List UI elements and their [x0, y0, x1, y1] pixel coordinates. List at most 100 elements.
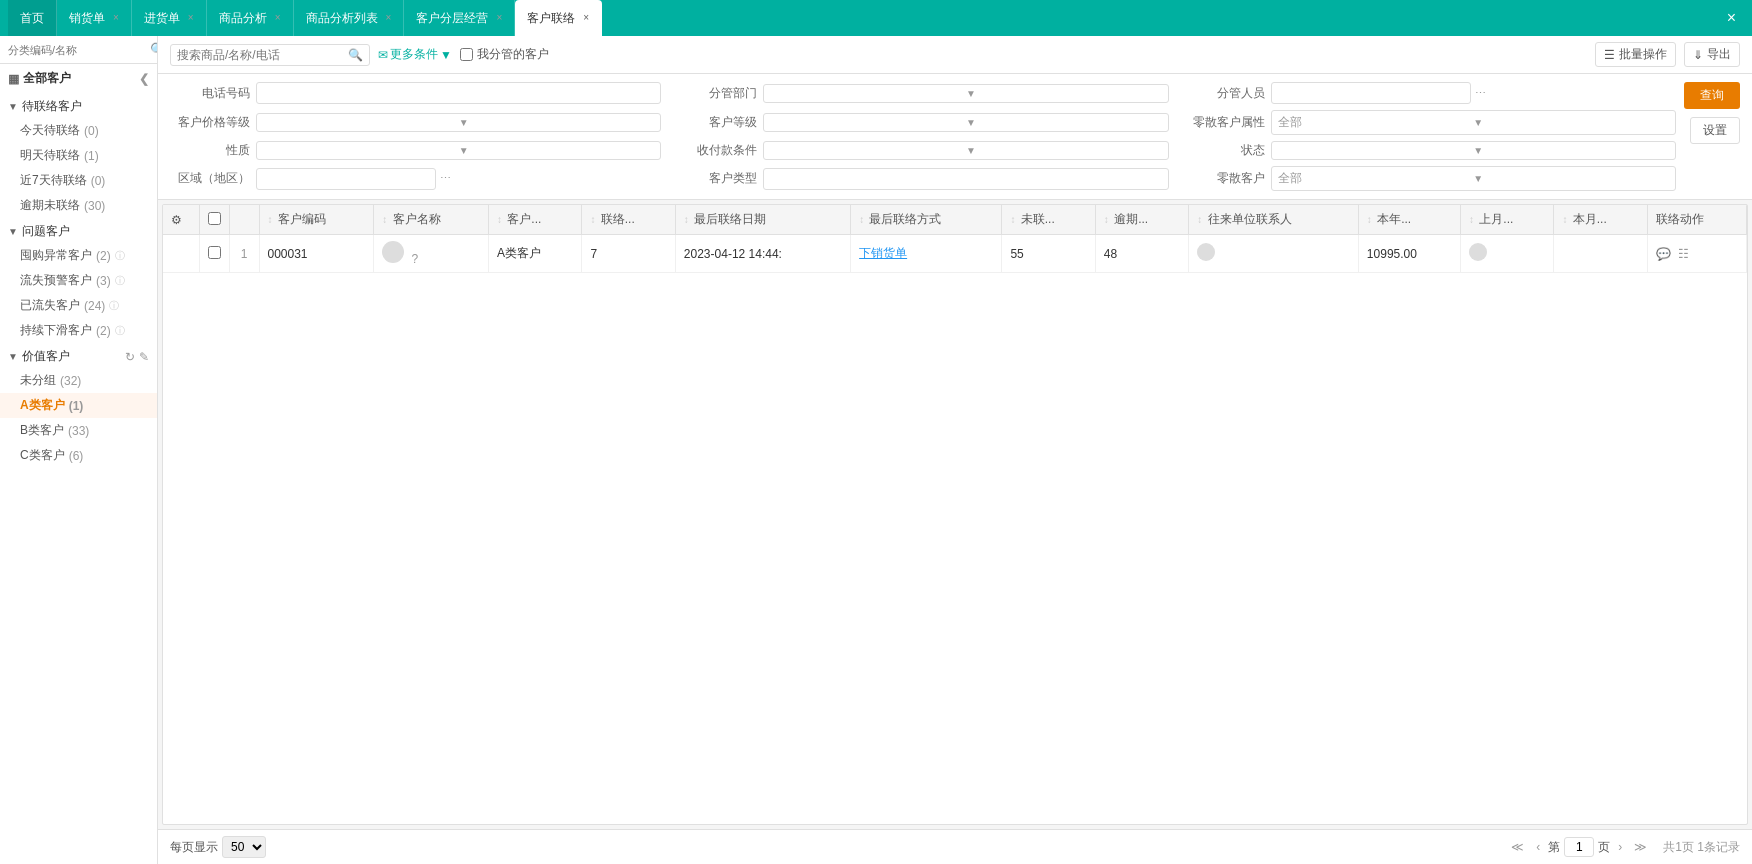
sidebar-item-abnormal[interactable]: 囤购异常客户 (2) ⓘ: [0, 243, 157, 268]
gear-icon[interactable]: ⚙: [171, 213, 182, 227]
advanced-filter: 电话号码 分管部门 ▼ 分管人员: [158, 74, 1752, 200]
filter-cell-retail2: 零散客户 全部 ▼: [1185, 166, 1676, 191]
sort-last-date-icon[interactable]: ↕: [684, 214, 689, 225]
filter-cell-type: 客户类型: [677, 168, 1168, 190]
status-select[interactable]: ▼: [1271, 141, 1676, 160]
sidebar-item-churned[interactable]: 已流失客户 (24) ⓘ: [0, 293, 157, 318]
filter-search-input[interactable]: [177, 48, 344, 62]
filter-search-box: 🔍: [170, 44, 370, 66]
filter-cell-retail-attr: 零散客户属性 全部 ▼: [1185, 110, 1676, 135]
type-input[interactable]: [763, 168, 1168, 190]
person-more-icon[interactable]: ⋯: [1471, 87, 1490, 100]
last-page-btn[interactable]: ≫: [1630, 838, 1651, 856]
close-sales-icon[interactable]: ×: [113, 0, 119, 36]
close-customer-contact-icon[interactable]: ×: [583, 0, 589, 36]
phone-input[interactable]: [256, 82, 661, 104]
first-page-btn[interactable]: ≪: [1507, 838, 1528, 856]
nav-item-goods-analysis-list[interactable]: 商品分析列表 ×: [294, 0, 405, 36]
nav-item-goods-analysis[interactable]: 商品分析 ×: [207, 0, 294, 36]
my-customers-checkbox[interactable]: 我分管的客户: [460, 46, 549, 63]
filter-cell-pay: 收付款条件 ▼: [677, 141, 1168, 160]
customer-table: ⚙ ↕ 客户编码 ↕ 客户名称: [163, 205, 1747, 273]
next-page-btn[interactable]: ›: [1614, 838, 1626, 856]
sidebar-item-ungroup[interactable]: 未分组 (32): [0, 368, 157, 393]
sort-no-contact-icon[interactable]: ↕: [1010, 214, 1015, 225]
prev-page-btn[interactable]: ‹: [1532, 838, 1544, 856]
nav-item-customer-tier[interactable]: 客户分层经营 ×: [404, 0, 515, 36]
price-select[interactable]: ▼: [256, 113, 661, 132]
filter-cell-price: 客户价格等级 ▼: [170, 113, 661, 132]
select-all-checkbox[interactable]: [208, 212, 221, 225]
batch-op-btn[interactable]: ☰ 批量操作: [1595, 42, 1676, 67]
sidebar-item-7days[interactable]: 近7天待联络 (0): [0, 168, 157, 193]
row-checkbox[interactable]: [208, 246, 221, 259]
page-input[interactable]: [1564, 837, 1594, 857]
sidebar-item-declining[interactable]: 持续下滑客户 (2) ⓘ: [0, 318, 157, 343]
sidebar-item-a-class[interactable]: A类客户 (1): [0, 393, 157, 418]
retail-attr-select[interactable]: 全部 ▼: [1271, 110, 1676, 135]
nav-item-customer-contact[interactable]: 客户联络 ×: [515, 0, 602, 36]
close-purchase-icon[interactable]: ×: [188, 0, 194, 36]
close-goods-analysis-list-icon[interactable]: ×: [386, 0, 392, 36]
arrow-down-icon2: ▼: [8, 226, 18, 237]
info-icon-churn: ⓘ: [115, 274, 125, 288]
action-msg-icon[interactable]: 💬: [1656, 247, 1671, 261]
sidebar-item-c-class[interactable]: C类客户 (6): [0, 443, 157, 468]
retail2-select[interactable]: 全部 ▼: [1271, 166, 1676, 191]
query-button[interactable]: 查询: [1684, 82, 1740, 109]
td-num: 1: [229, 235, 259, 273]
collapse-sidebar-icon[interactable]: ❮: [139, 72, 149, 86]
export-btn[interactable]: ⇓ 导出: [1684, 42, 1740, 67]
pay-arrow-icon: ▼: [966, 145, 1162, 156]
filter-cell-phone: 电话号码: [170, 82, 661, 104]
sidebar-search-input[interactable]: [8, 44, 146, 56]
sidebar-item-b-class[interactable]: B类客户 (33): [0, 418, 157, 443]
sidebar-search-icon[interactable]: 🔍: [150, 42, 158, 57]
contact-person-avatar: [1197, 243, 1215, 261]
sidebar-item-churn-warning[interactable]: 流失预警客户 (3) ⓘ: [0, 268, 157, 293]
action-qr-icon[interactable]: ☷: [1678, 247, 1689, 261]
region-input[interactable]: [256, 168, 436, 190]
per-page-select[interactable]: 50: [222, 836, 266, 858]
pay-select[interactable]: ▼: [763, 141, 1168, 160]
all-customers-header[interactable]: ▦ 全部客户 ❮: [0, 64, 157, 93]
sidebar-item-today[interactable]: 今天待联络 (0): [0, 118, 157, 143]
person-input[interactable]: [1271, 82, 1471, 104]
sort-last-month-icon[interactable]: ↕: [1469, 214, 1474, 225]
sort-contact-icon[interactable]: ↕: [590, 214, 595, 225]
my-customers-check[interactable]: [460, 48, 473, 61]
sort-this-year-icon[interactable]: ↕: [1367, 214, 1372, 225]
dept-select[interactable]: ▼: [763, 84, 1168, 103]
sidebar-item-overdue[interactable]: 逾期未联络 (30): [0, 193, 157, 218]
group-pending-contact[interactable]: ▼ 待联络客户: [0, 93, 157, 118]
td-name: ?: [374, 235, 489, 273]
edit-icon[interactable]: ✎: [139, 350, 149, 364]
th-gear: ⚙: [163, 205, 199, 235]
group-problem-customers[interactable]: ▼ 问题客户: [0, 218, 157, 243]
close-customer-tier-icon[interactable]: ×: [496, 0, 502, 36]
th-level: ↕ 客户...: [488, 205, 581, 235]
close-all-icon[interactable]: ×: [1719, 9, 1744, 27]
sort-last-method-icon[interactable]: ↕: [859, 214, 864, 225]
filter-more-btn[interactable]: ✉ 更多条件 ▼: [378, 46, 452, 63]
nav-item-purchase[interactable]: 进货单 ×: [132, 0, 207, 36]
filter-search-icon[interactable]: 🔍: [348, 48, 363, 62]
td-code: 000031: [259, 235, 374, 273]
group-value-customers[interactable]: ▼ 价值客户 ↻ ✎: [0, 343, 157, 368]
refresh-icon[interactable]: ↻: [125, 350, 135, 364]
sidebar-item-tomorrow[interactable]: 明天待联络 (1): [0, 143, 157, 168]
region-more-icon[interactable]: ⋯: [436, 172, 455, 185]
nav-item-home[interactable]: 首页: [8, 0, 57, 36]
settings-button[interactable]: 设置: [1690, 117, 1740, 144]
sort-this-month-icon[interactable]: ↕: [1562, 214, 1567, 225]
level-select[interactable]: ▼: [763, 113, 1168, 132]
filter-cell-dept: 分管部门 ▼: [677, 84, 1168, 103]
nature-select[interactable]: ▼: [256, 141, 661, 160]
sort-overdue-icon[interactable]: ↕: [1104, 214, 1109, 225]
sort-code-icon[interactable]: ↕: [268, 214, 273, 225]
nav-item-sales[interactable]: 销货单 ×: [57, 0, 132, 36]
sort-contact-person-icon[interactable]: ↕: [1197, 214, 1202, 225]
close-goods-analysis-icon[interactable]: ×: [275, 0, 281, 36]
sort-level-icon[interactable]: ↕: [497, 214, 502, 225]
sort-name-icon[interactable]: ↕: [382, 214, 387, 225]
